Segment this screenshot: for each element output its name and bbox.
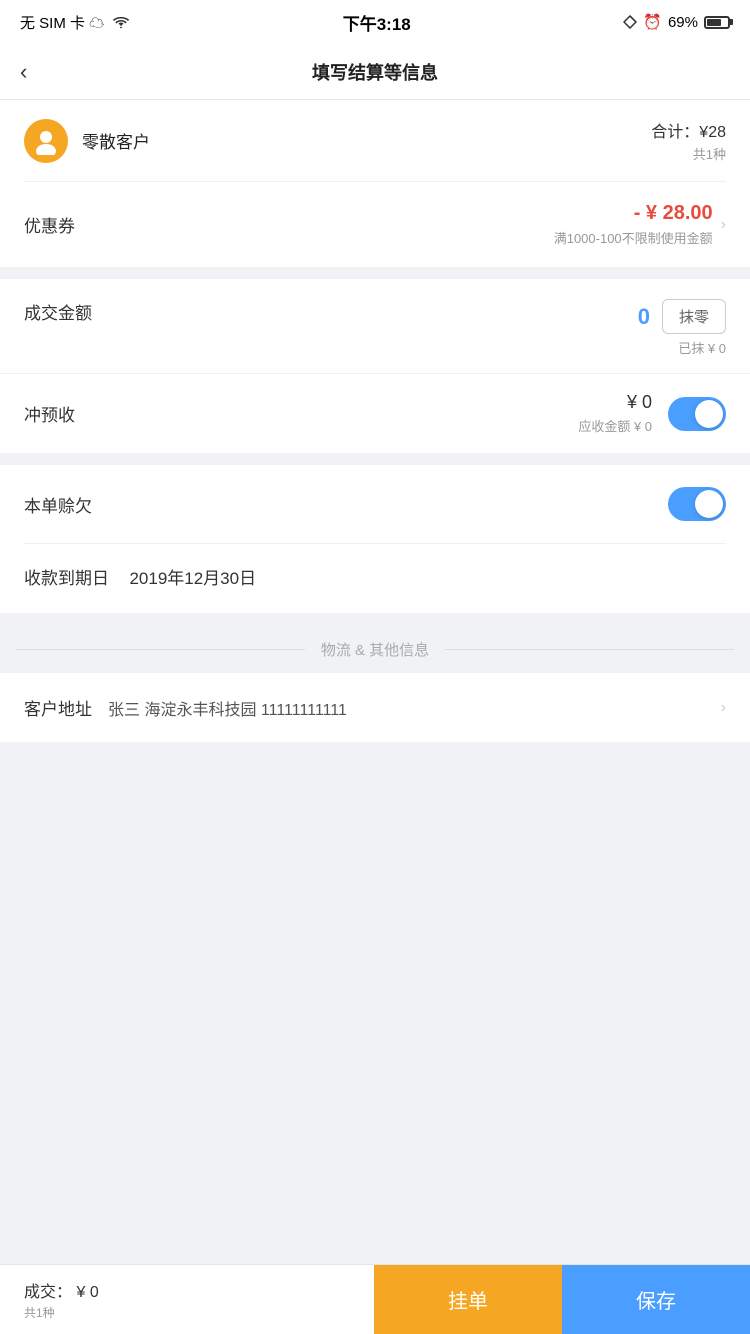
logistics-text: 物流 & 其他信息 [321,639,429,660]
logistics-line-right [445,649,734,650]
deal-amount-value: 0 [638,304,650,330]
credit-toggle[interactable] [668,487,726,521]
address-section: 客户地址 张三 海淀永丰科技园 11111111111 › [0,673,750,742]
coupon-label: 优惠券 [24,212,75,237]
deal-amount-section: 成交金额 0 抹零 已抹 ¥ 0 [0,279,750,373]
empty-space [0,742,750,1002]
page-title: 填写结算等信息 [312,59,438,85]
back-button[interactable]: ‹ [20,59,27,85]
credit-section: 本单赊欠 收款到期日 2019年12月30日 [0,465,750,613]
logistics-line-left [16,649,305,650]
deal-right: 0 抹零 [638,299,726,334]
deal-amount-label: 成交金额 [24,299,92,324]
customer-name: 零散客户 [82,128,150,153]
customer-total: 合计：¥28 [651,118,726,142]
coupon-chevron-icon: › [721,216,726,234]
bottom-count: 共1种 [24,1304,350,1321]
wifi-icon [112,15,130,29]
coupon-amount: - ¥ 28.00 [554,202,713,225]
bottom-actions: 挂单 保存 [374,1265,750,1334]
status-bar: 无 SIM 卡 ☁ 下午3:18 ⏰ 69% [0,0,750,44]
coupon-section: 优惠券 - ¥ 28.00 满1000-100不限制使用金额 › [0,182,750,267]
location-icon [623,15,637,29]
battery-icon [704,16,730,29]
due-date-value: 2019年12月30日 [129,569,256,588]
pre-receipt-label: 冲预收 [24,401,75,426]
bottom-deal-label: 成交： [24,1284,72,1301]
customer-section: 零散客户 合计：¥28 共1种 [0,100,750,182]
customer-right: 合计：¥28 共1种 [651,118,726,163]
section-divider-1 [0,267,750,279]
user-icon [32,127,60,155]
deal-sub-text: 已抹 ¥ 0 [24,338,726,373]
address-row[interactable]: 客户地址 张三 海淀永丰科技园 11111111111 › [24,673,726,742]
due-date-label: 收款到期日 [24,569,109,588]
credit-label: 本单赊欠 [24,492,92,517]
bottom-info: 成交： ¥ 0 共1种 [0,1278,374,1321]
bottom-bar: 成交： ¥ 0 共1种 挂单 保存 [0,1264,750,1334]
due-date-row: 收款到期日 2019年12月30日 [24,543,726,613]
bottom-deal-amount: ¥ 0 [76,1284,98,1301]
credit-row: 本单赊欠 [24,465,726,543]
customer-avatar [24,119,68,163]
coupon-description: 满1000-100不限制使用金额 [554,228,713,247]
pre-receipt-amount: ¥ 0 [578,392,652,413]
pre-receipt-right: ¥ 0 应收金额 ¥ 0 [578,392,652,435]
customer-left: 零散客户 [24,119,150,163]
alarm-icon: ⏰ [643,13,662,31]
pre-receipt-row: 冲预收 ¥ 0 应收金额 ¥ 0 [24,374,726,453]
section-divider-2 [0,453,750,465]
save-button[interactable]: 保存 [562,1265,750,1334]
deal-amount-row: 成交金额 0 抹零 [24,279,726,338]
status-time: 下午3:18 [343,10,411,35]
status-left: 无 SIM 卡 ☁ [20,12,130,33]
logistics-divider: 物流 & 其他信息 [0,625,750,673]
hang-button[interactable]: 挂单 [374,1265,562,1334]
customer-row: 零散客户 合计：¥28 共1种 [24,100,726,182]
round-off-button[interactable]: 抹零 [662,299,726,334]
section-divider-3 [0,613,750,625]
address-chevron-icon: › [721,699,726,717]
pre-receipt-sub: 应收金额 ¥ 0 [578,416,652,435]
battery-text: 69% [668,14,698,31]
sim-text: 无 SIM 卡 ☁ [20,12,104,33]
address-content: 客户地址 张三 海淀永丰科技园 11111111111 [24,695,721,720]
bottom-deal: 成交： ¥ 0 [24,1278,350,1302]
address-label: 客户地址 [24,695,92,720]
nav-bar: ‹ 填写结算等信息 [0,44,750,100]
customer-count: 共1种 [651,144,726,163]
address-value: 张三 海淀永丰科技园 11111111111 [108,696,721,720]
pre-receipt-toggle[interactable] [668,397,726,431]
pre-receipt-section: 冲预收 ¥ 0 应收金额 ¥ 0 [0,373,750,453]
status-right: ⏰ 69% [623,13,730,31]
coupon-row[interactable]: 优惠券 - ¥ 28.00 满1000-100不限制使用金额 › [24,182,726,267]
